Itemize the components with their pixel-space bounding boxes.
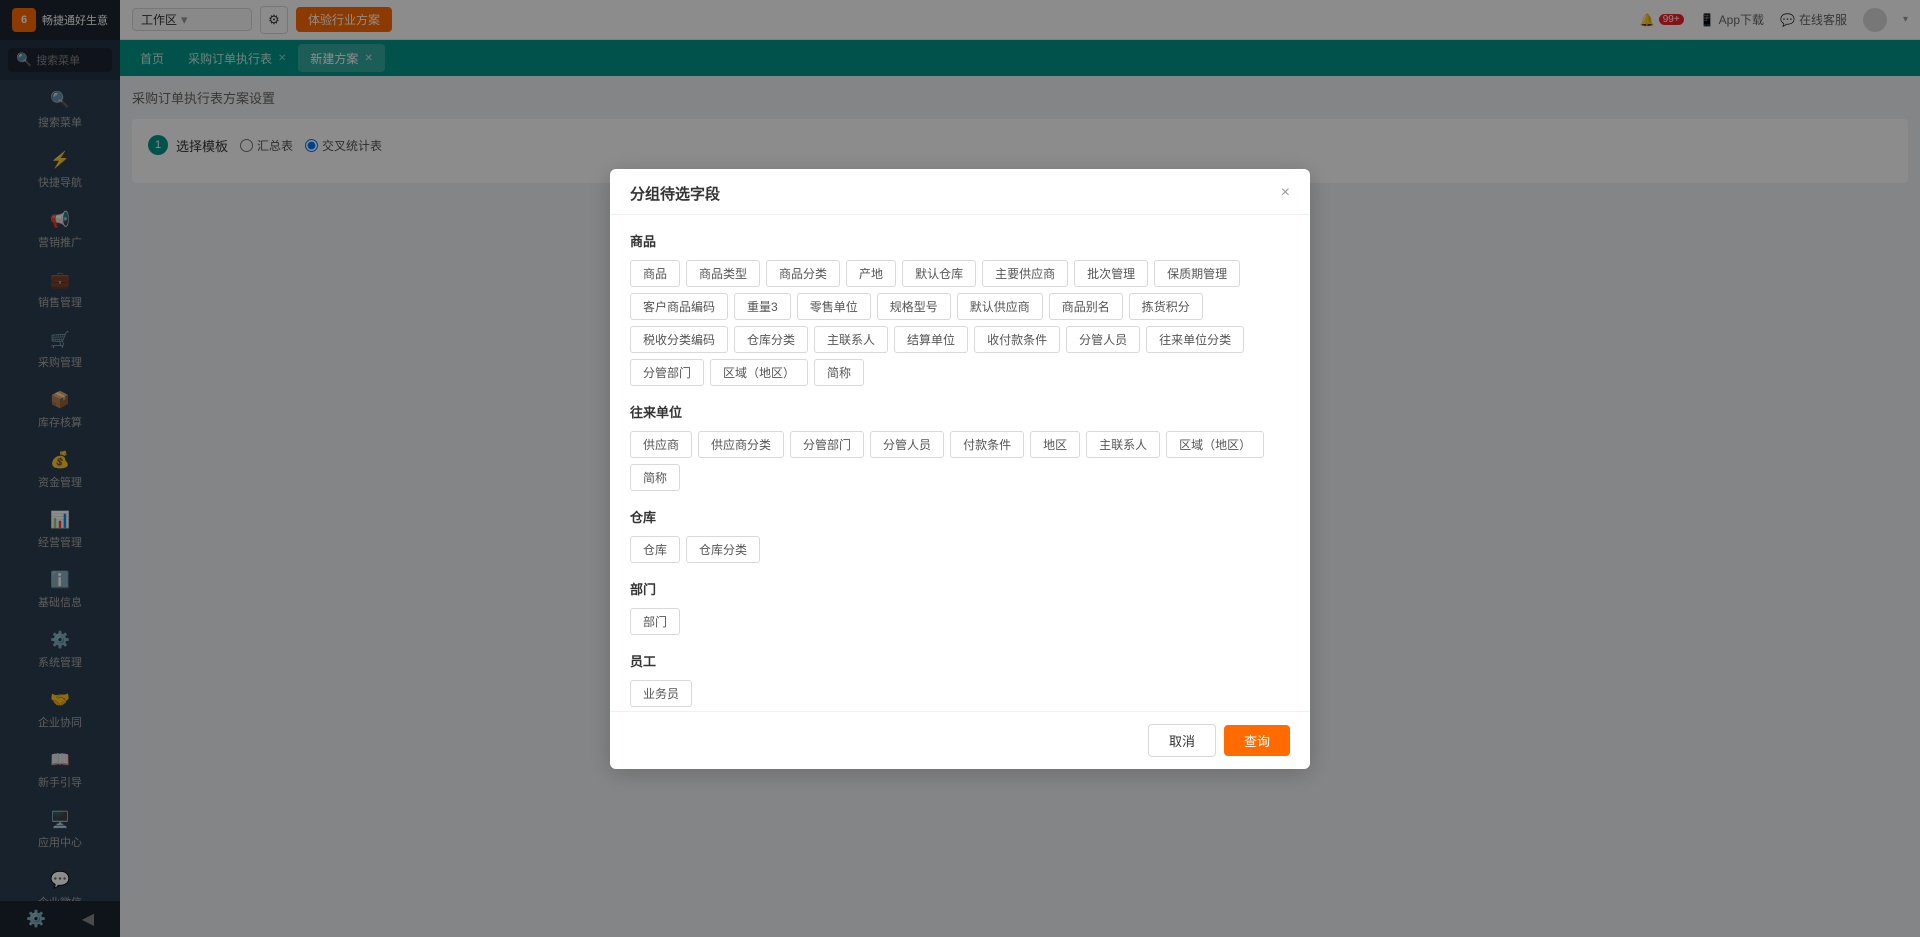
field-tag-0-5[interactable]: 主要供应商	[982, 260, 1068, 287]
field-tag-0-18[interactable]: 结算单位	[894, 326, 968, 353]
field-tags-2: 仓库仓库分类	[630, 536, 1290, 563]
field-tag-0-4[interactable]: 默认仓库	[902, 260, 976, 287]
field-tag-0-20[interactable]: 分管人员	[1066, 326, 1140, 353]
field-select-modal: 分组待选字段 × 商品商品商品类型商品分类产地默认仓库主要供应商批次管理保质期管…	[610, 169, 1310, 769]
field-tag-0-1[interactable]: 商品类型	[686, 260, 760, 287]
field-group-title-2: 仓库	[630, 507, 1290, 526]
modal-close-button[interactable]: ×	[1281, 184, 1290, 202]
field-tag-0-3[interactable]: 产地	[846, 260, 896, 287]
field-tag-0-24[interactable]: 简称	[814, 359, 864, 386]
field-tag-0-19[interactable]: 收付款条件	[974, 326, 1060, 353]
field-tag-0-15[interactable]: 税收分类编码	[630, 326, 728, 353]
field-tag-0-21[interactable]: 往来单位分类	[1146, 326, 1244, 353]
field-tag-0-17[interactable]: 主联系人	[814, 326, 888, 353]
field-group-0: 商品商品商品类型商品分类产地默认仓库主要供应商批次管理保质期管理客户商品编码重量…	[630, 231, 1290, 386]
cancel-button[interactable]: 取消	[1148, 724, 1216, 757]
field-tag-0-23[interactable]: 区域（地区）	[710, 359, 808, 386]
modal-body: 商品商品商品类型商品分类产地默认仓库主要供应商批次管理保质期管理客户商品编码重量…	[610, 215, 1310, 711]
field-tag-0-6[interactable]: 批次管理	[1074, 260, 1148, 287]
field-group-title-0: 商品	[630, 231, 1290, 250]
field-tag-0-22[interactable]: 分管部门	[630, 359, 704, 386]
field-tag-0-11[interactable]: 规格型号	[877, 293, 951, 320]
field-tag-0-13[interactable]: 商品别名	[1049, 293, 1123, 320]
field-tag-0-10[interactable]: 零售单位	[797, 293, 871, 320]
field-tags-3: 部门	[630, 608, 1290, 635]
field-tag-3-0[interactable]: 部门	[630, 608, 680, 635]
confirm-button[interactable]: 查询	[1224, 725, 1290, 756]
field-group-title-4: 员工	[630, 651, 1290, 670]
field-group-2: 仓库仓库仓库分类	[630, 507, 1290, 563]
field-tag-0-16[interactable]: 仓库分类	[734, 326, 808, 353]
field-tag-1-8[interactable]: 简称	[630, 464, 680, 491]
field-group-4: 员工业务员	[630, 651, 1290, 707]
field-tag-0-14[interactable]: 拣货积分	[1129, 293, 1203, 320]
modal-header: 分组待选字段 ×	[610, 169, 1310, 215]
field-group-title-1: 往来单位	[630, 402, 1290, 421]
field-tag-0-12[interactable]: 默认供应商	[957, 293, 1043, 320]
field-tag-2-1[interactable]: 仓库分类	[686, 536, 760, 563]
modal-overlay: 分组待选字段 × 商品商品商品类型商品分类产地默认仓库主要供应商批次管理保质期管…	[0, 0, 1920, 937]
modal-title: 分组待选字段	[630, 183, 720, 204]
field-tag-0-0[interactable]: 商品	[630, 260, 680, 287]
field-tag-1-3[interactable]: 分管人员	[870, 431, 944, 458]
field-tag-1-4[interactable]: 付款条件	[950, 431, 1024, 458]
field-tag-1-7[interactable]: 区域（地区）	[1166, 431, 1264, 458]
field-tag-1-2[interactable]: 分管部门	[790, 431, 864, 458]
field-tags-1: 供应商供应商分类分管部门分管人员付款条件地区主联系人区域（地区） 简称	[630, 431, 1290, 491]
field-group-1: 往来单位供应商供应商分类分管部门分管人员付款条件地区主联系人区域（地区） 简称	[630, 402, 1290, 491]
field-tags-4: 业务员	[630, 680, 1290, 707]
field-tag-0-7[interactable]: 保质期管理	[1154, 260, 1240, 287]
field-tag-4-0[interactable]: 业务员	[630, 680, 692, 707]
field-tag-1-0[interactable]: 供应商	[630, 431, 692, 458]
field-tag-1-6[interactable]: 主联系人	[1086, 431, 1160, 458]
modal-footer: 取消 查询	[610, 711, 1310, 769]
field-group-title-3: 部门	[630, 579, 1290, 598]
field-tag-0-9[interactable]: 重量3	[734, 293, 791, 320]
field-tag-2-0[interactable]: 仓库	[630, 536, 680, 563]
field-tags-0: 商品商品类型商品分类产地默认仓库主要供应商批次管理保质期管理客户商品编码重量3零…	[630, 260, 1290, 386]
field-tag-1-5[interactable]: 地区	[1030, 431, 1080, 458]
field-tag-1-1[interactable]: 供应商分类	[698, 431, 784, 458]
field-group-3: 部门部门	[630, 579, 1290, 635]
field-tag-0-8[interactable]: 客户商品编码	[630, 293, 728, 320]
field-tag-0-2[interactable]: 商品分类	[766, 260, 840, 287]
